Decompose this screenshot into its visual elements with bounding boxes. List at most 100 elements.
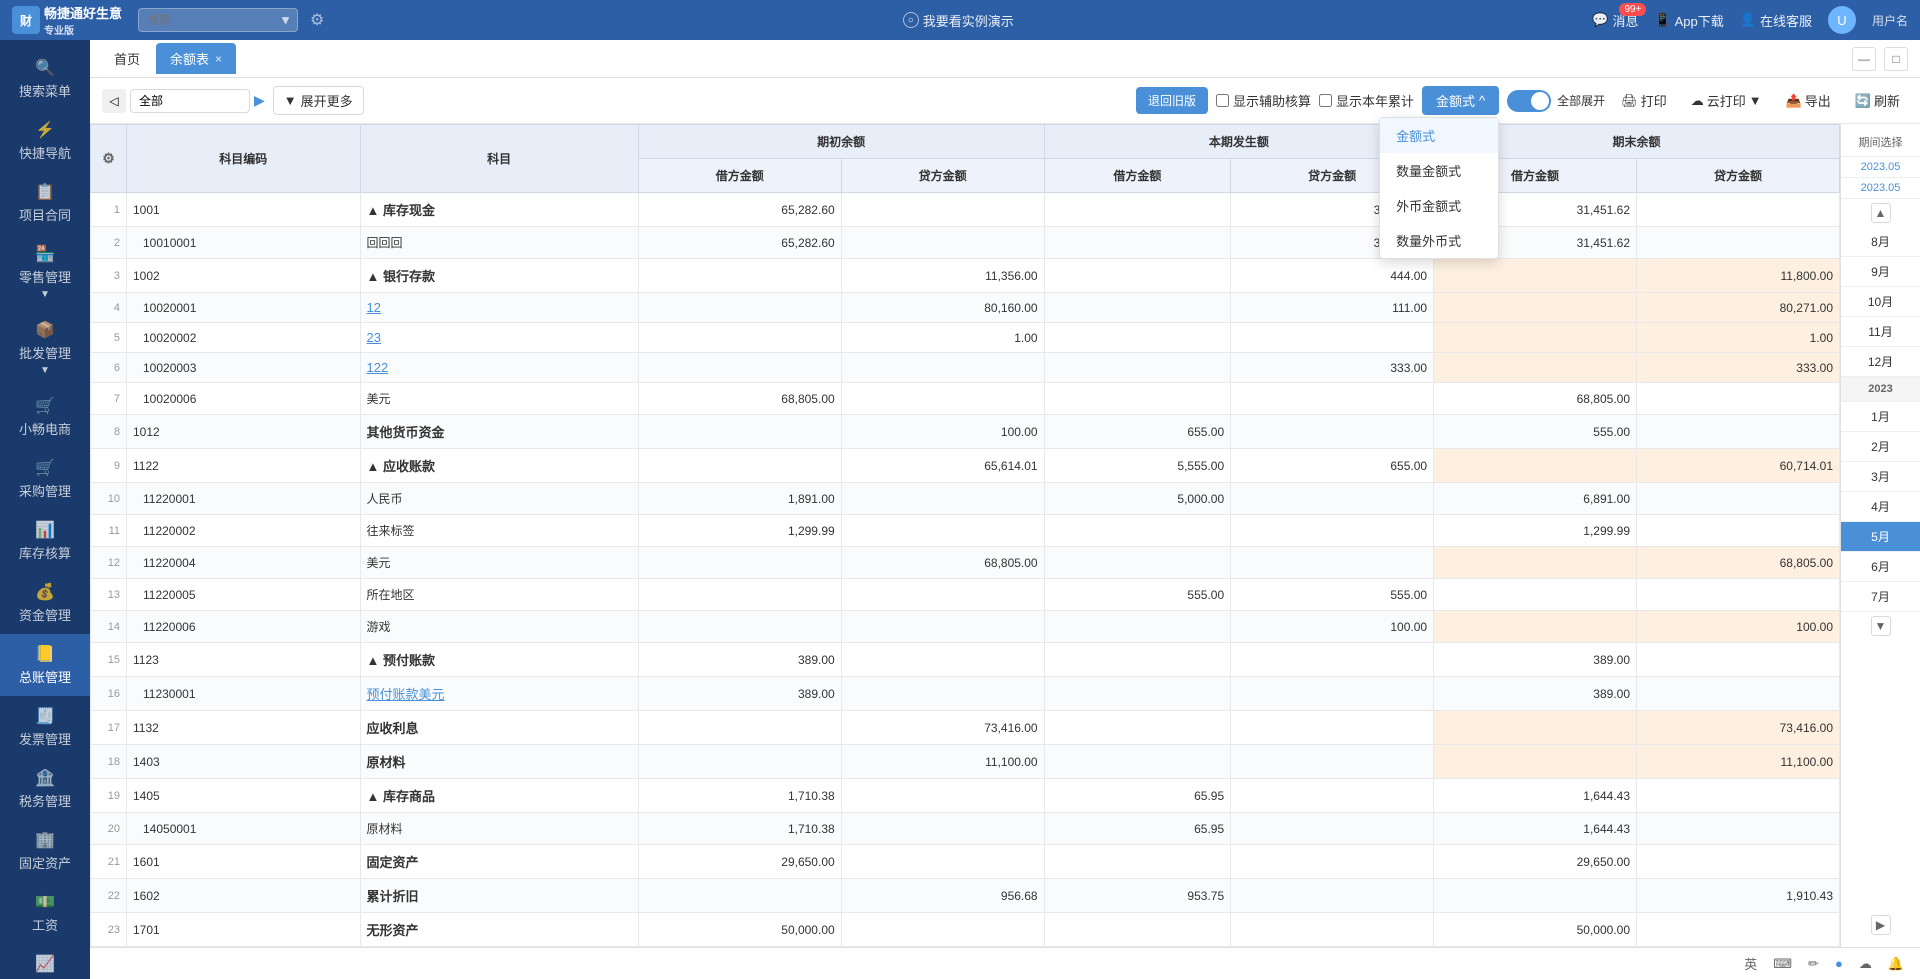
status-cloud[interactable]: ☁	[1859, 956, 1872, 972]
month-nov-2022[interactable]: 11月	[1841, 317, 1920, 347]
status-edit[interactable]: ✏	[1808, 956, 1819, 972]
maximize-btn[interactable]: □	[1884, 47, 1908, 71]
demo-link[interactable]: ○ 我要看实例演示	[903, 11, 1014, 30]
date-nav-down: ▼	[1841, 612, 1920, 640]
row-num-16: 17	[91, 711, 127, 745]
sidebar-item-salary[interactable]: 💵 工资	[0, 882, 90, 944]
online-service-btn[interactable]: 👤 在线客服	[1740, 11, 1812, 30]
ytd-check[interactable]	[1319, 94, 1332, 107]
tabbar: 首页 余额表 × — □	[90, 40, 1920, 78]
mode-option-quantity-foreign[interactable]: 数量外币式	[1380, 223, 1498, 258]
status-bell[interactable]: 🔔	[1888, 956, 1904, 972]
account-name-8[interactable]: ▲ 应收账款	[360, 449, 638, 483]
sidebar-item-quicknav[interactable]: ⚡ 快捷导航	[0, 110, 90, 172]
account-name-3[interactable]: 12	[360, 293, 638, 323]
closing-credit-1	[1637, 227, 1840, 259]
expand-more-btn[interactable]: ▼ 展开更多	[273, 86, 364, 115]
minimize-btn[interactable]: —	[1852, 47, 1876, 71]
collapse-icon[interactable]: ▶	[1871, 915, 1891, 935]
show-auxiliary-checkbox[interactable]: 显示辅助核算	[1216, 91, 1311, 110]
search-dropdown-icon[interactable]: ▼	[279, 13, 292, 28]
closing-debit-10: 1,299.99	[1434, 515, 1637, 547]
table-settings-icon[interactable]: ⚙	[102, 150, 115, 166]
month-oct-2022[interactable]: 10月	[1841, 287, 1920, 317]
topbar-search-input[interactable]	[138, 8, 298, 32]
account-name-4[interactable]: 23	[360, 323, 638, 353]
message-btn[interactable]: 💬 消息 99+	[1592, 11, 1638, 30]
month-may-2023[interactable]: 5月	[1841, 522, 1920, 552]
refresh-btn[interactable]: 🔄 刷新	[1847, 87, 1908, 114]
opening-credit-10	[841, 515, 1044, 547]
sidebar-item-project[interactable]: 📋 项目合同	[0, 172, 90, 234]
user-name[interactable]: 用户名	[1872, 12, 1908, 29]
month-feb-2023[interactable]: 2月	[1841, 432, 1920, 462]
tab-home[interactable]: 首页	[102, 43, 152, 74]
show-ytd-checkbox[interactable]: 显示本年累计	[1319, 91, 1414, 110]
month-sep-2022[interactable]: 9月	[1841, 257, 1920, 287]
sidebar-item-tax[interactable]: 🏦 税务管理	[0, 758, 90, 820]
app-download-btn[interactable]: 📱 App下载	[1654, 11, 1723, 30]
sidebar-item-inventory[interactable]: 📊 库存核算	[0, 510, 90, 572]
sidebar-item-assets[interactable]: 🏢 固定资产	[0, 820, 90, 882]
sidebar-item-search[interactable]: 🔍 搜索菜单	[0, 48, 90, 110]
cloud-print-icon: ☁	[1691, 93, 1704, 109]
opening-credit-7: 100.00	[841, 415, 1044, 449]
date-nav-up-btn[interactable]: ▲	[1871, 203, 1891, 223]
account-name-17[interactable]: 原材料	[360, 745, 638, 779]
account-search-input[interactable]	[130, 89, 250, 113]
month-mar-2023[interactable]: 3月	[1841, 462, 1920, 492]
account-name-22[interactable]: 无形资产	[360, 913, 638, 947]
status-lang[interactable]: 英	[1744, 954, 1757, 973]
account-name-20[interactable]: 固定资产	[360, 845, 638, 879]
period-debit-21: 953.75	[1044, 879, 1231, 913]
return-old-btn[interactable]: 退回旧版	[1136, 87, 1208, 114]
account-code-19: 14050001	[127, 813, 361, 845]
expand-all-switch[interactable]	[1507, 90, 1551, 112]
mode-btn[interactable]: 金额式 ^	[1422, 86, 1499, 115]
user-avatar[interactable]: U	[1828, 6, 1856, 34]
account-name-16[interactable]: 应收利息	[360, 711, 638, 745]
account-name-21[interactable]: 累计折旧	[360, 879, 638, 913]
panel-collapse-btn[interactable]: ▶	[1841, 907, 1920, 943]
month-dec-2022[interactable]: 12月	[1841, 347, 1920, 377]
month-aug-2022[interactable]: 8月	[1841, 227, 1920, 257]
sidebar-item-retail[interactable]: 🏪 零售管理 ▼	[0, 234, 90, 310]
sidebar-item-ecommerce[interactable]: 🛒 小畅电商	[0, 386, 90, 448]
tab-balance[interactable]: 余额表 ×	[156, 43, 236, 74]
search-back-btn[interactable]: ◁	[102, 89, 126, 113]
search-arrow-icon[interactable]: ▶	[254, 92, 265, 109]
month-jan-2023[interactable]: 1月	[1841, 402, 1920, 432]
status-keyboard[interactable]: ⌨	[1773, 956, 1792, 972]
row-num-8: 9	[91, 449, 127, 483]
account-name-7[interactable]: 其他货币资金	[360, 415, 638, 449]
sidebar-item-ledger[interactable]: 📒 总账管理	[0, 634, 90, 696]
closing-credit-19	[1637, 813, 1840, 845]
account-name-5[interactable]: 122	[360, 353, 638, 383]
sidebar-item-finance[interactable]: 💰 资金管理	[0, 572, 90, 634]
print-btn[interactable]: 🖨 打印	[1613, 87, 1675, 114]
sidebar-item-purchase[interactable]: 🛒 采购管理	[0, 448, 90, 510]
settings-icon[interactable]: ⚙	[310, 10, 324, 30]
export-btn[interactable]: 📤 导出	[1778, 87, 1839, 114]
account-name-11: 美元	[360, 547, 638, 579]
cloud-print-btn[interactable]: ☁ 云打印 ▼	[1683, 87, 1770, 114]
mode-option-jine[interactable]: 金额式	[1380, 118, 1498, 153]
salary-icon: 💵	[35, 892, 55, 912]
month-apr-2023[interactable]: 4月	[1841, 492, 1920, 522]
mode-option-foreign-amount[interactable]: 外币金额式	[1380, 188, 1498, 223]
sidebar-item-wholesale[interactable]: 📦 批发管理 ▼	[0, 310, 90, 386]
auxiliary-check[interactable]	[1216, 94, 1229, 107]
account-name-15[interactable]: 预付账款美元	[360, 677, 638, 711]
mode-option-quantity-amount[interactable]: 数量金额式	[1380, 153, 1498, 188]
quicknav-icon: ⚡	[35, 120, 55, 140]
status-dot[interactable]: ●	[1835, 956, 1843, 971]
month-jun-2023[interactable]: 6月	[1841, 552, 1920, 582]
sidebar-item-management[interactable]: 📈 经营管理	[0, 944, 90, 979]
date-nav-down-btn[interactable]: ▼	[1871, 616, 1891, 636]
period-debit-22	[1044, 913, 1231, 947]
tab-close-btn[interactable]: ×	[215, 52, 222, 66]
sidebar-item-invoice[interactable]: 🧾 发票管理	[0, 696, 90, 758]
mode-label: 金额式	[1436, 91, 1475, 110]
closing-debit-11	[1434, 547, 1637, 579]
month-jul-2023[interactable]: 7月	[1841, 582, 1920, 612]
